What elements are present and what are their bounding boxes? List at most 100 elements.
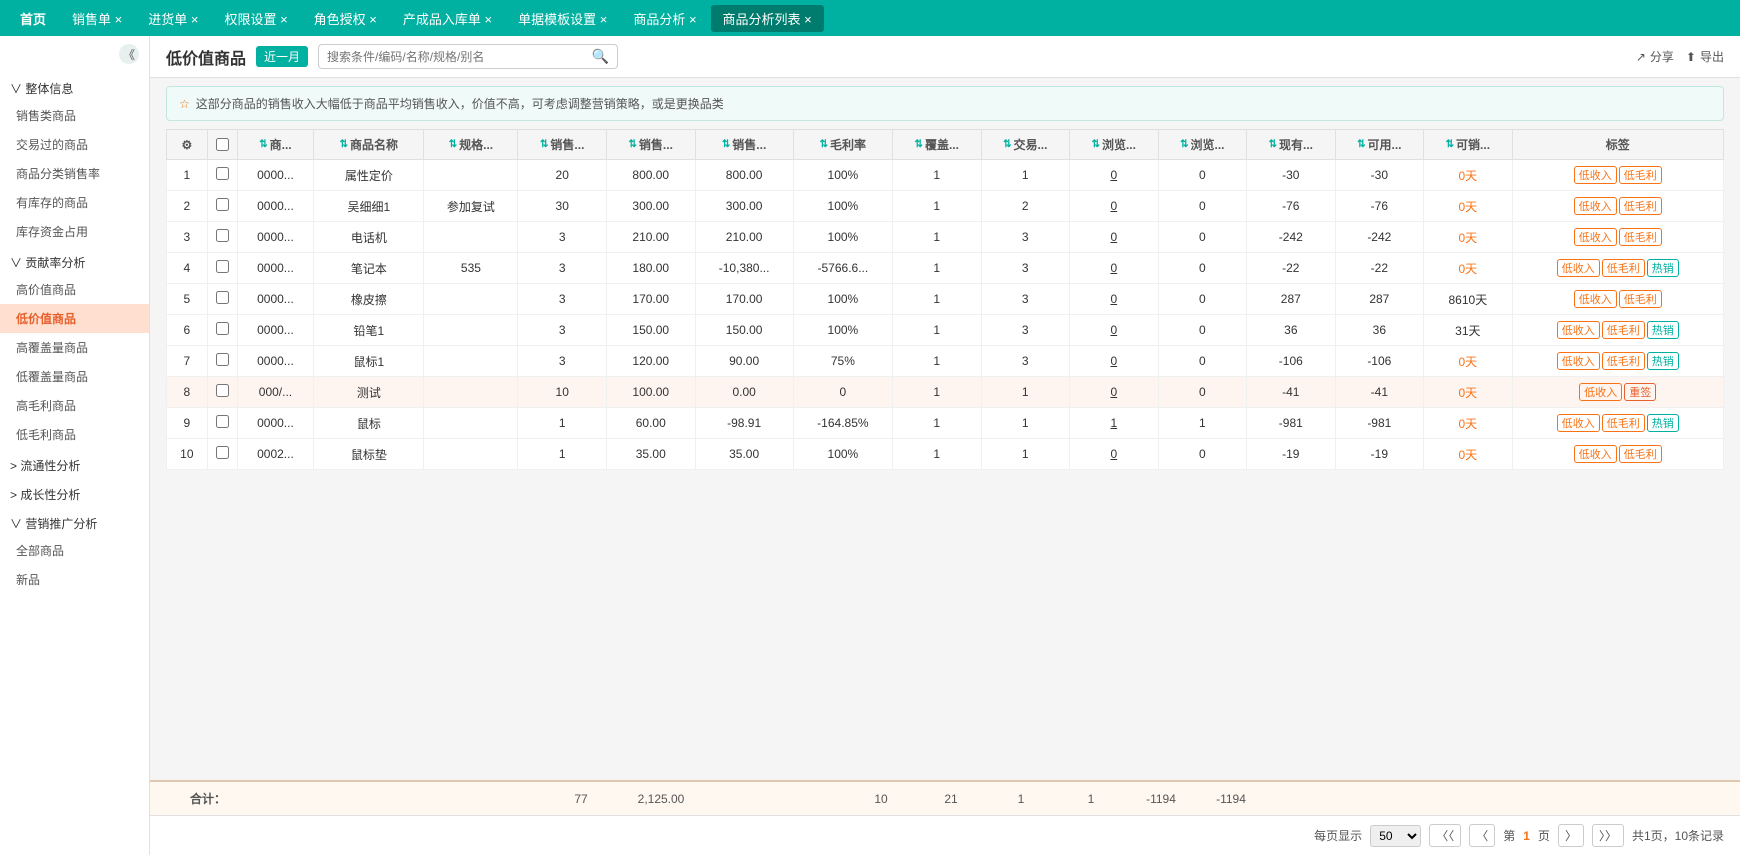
browse1-link[interactable]: 0 [1110, 323, 1117, 337]
col-gross-rate[interactable]: ⇅毛利率 [793, 130, 892, 160]
browse1-link[interactable]: 0 [1110, 385, 1117, 399]
time-badge[interactable]: 近一月 [256, 46, 308, 67]
tag: 低毛利 [1602, 321, 1645, 339]
sidebar-group-marketing[interactable]: ∨ 营销推广分析 [0, 507, 149, 536]
row-checkbox[interactable] [216, 229, 229, 242]
sidebar-group-growth[interactable]: > 成长性分析 [0, 478, 149, 507]
next-page-btn[interactable]: 〉 [1558, 824, 1584, 847]
sort-icon: ⇅ [340, 139, 348, 150]
tag: 低收入 [1574, 166, 1617, 184]
col-saleable[interactable]: ⇅可销... [1424, 130, 1513, 160]
row-tags: 低收入低毛利热销 [1512, 346, 1723, 377]
sidebar-item-stock-capital[interactable]: 库存资金占用 [0, 217, 149, 246]
row-spec [424, 315, 518, 346]
browse1-link[interactable]: 0 [1110, 447, 1117, 461]
first-page-btn[interactable]: 〈〈 [1429, 824, 1461, 847]
col-available[interactable]: ⇅可用... [1335, 130, 1424, 160]
nav-analysis-list[interactable]: 商品分析列表 × [711, 5, 824, 32]
sidebar-item-low-value[interactable]: 低价值商品 [0, 304, 149, 333]
col-browse2[interactable]: ⇅浏览... [1158, 130, 1247, 160]
row-name: 笔记本 [314, 253, 424, 284]
row-coverage: 1 [893, 315, 982, 346]
browse1-link[interactable]: 1 [1110, 416, 1117, 430]
sidebar-collapse-btn[interactable]: 《 [119, 44, 139, 64]
info-banner-text: 这部分商品的销售收入大幅低于商品平均销售收入，价值不高，可考虑调整营销策略，或是… [196, 95, 724, 112]
browse1-link[interactable]: 0 [1110, 168, 1117, 182]
nav-purchase[interactable]: 进货单 × [136, 5, 210, 32]
col-gear[interactable]: ⚙ [167, 130, 208, 160]
export-button[interactable]: ⬆ 导出 [1686, 48, 1724, 65]
sidebar-group-overall[interactable]: ∨ 整体信息 [0, 72, 149, 101]
share-button[interactable]: ↗ 分享 [1636, 48, 1674, 65]
row-trade: 3 [981, 284, 1070, 315]
sidebar-item-traded[interactable]: 交易过的商品 [0, 130, 149, 159]
row-available: -41 [1335, 377, 1424, 408]
tag: 低毛利 [1619, 445, 1662, 463]
row-checkbox[interactable] [216, 291, 229, 304]
prev-page-btn[interactable]: 〈 [1469, 824, 1495, 847]
browse1-link[interactable]: 0 [1110, 199, 1117, 213]
col-stock[interactable]: ⇅现有... [1247, 130, 1336, 160]
search-icon[interactable]: 🔍 [592, 48, 609, 65]
pagination-bar: 每页显示 50 100 200 〈〈 〈 第 1 页 〉 〉〉 共1页，10条记… [150, 815, 1740, 855]
row-checkbox[interactable] [216, 353, 229, 366]
row-checkbox[interactable] [216, 167, 229, 180]
tag: 低毛利 [1619, 228, 1662, 246]
row-checkbox[interactable] [216, 384, 229, 397]
col-name[interactable]: ⇅商品名称 [314, 130, 424, 160]
row-checkbox[interactable] [216, 260, 229, 273]
row-checkbox[interactable] [216, 415, 229, 428]
col-sale-qty[interactable]: ⇅销售... [518, 130, 607, 160]
row-name: 电话机 [314, 222, 424, 253]
sidebar-item-category-sales[interactable]: 商品分类销售率 [0, 159, 149, 188]
row-coverage: 1 [893, 253, 982, 284]
row-browse1: 0 [1070, 191, 1159, 222]
nav-home[interactable]: 首页 [8, 5, 58, 32]
row-checkbox[interactable] [216, 198, 229, 211]
sidebar-item-high-margin[interactable]: 高毛利商品 [0, 391, 149, 420]
nav-template[interactable]: 单据模板设置 × [506, 5, 619, 32]
col-sale-amt[interactable]: ⇅销售... [606, 130, 695, 160]
sidebar-item-low-margin[interactable]: 低毛利商品 [0, 420, 149, 449]
row-sale-qty: 20 [518, 160, 607, 191]
browse1-link[interactable]: 0 [1110, 230, 1117, 244]
col-coverage[interactable]: ⇅覆盖... [893, 130, 982, 160]
sidebar-item-high-value[interactable]: 高价值商品 [0, 275, 149, 304]
nav-product-entry[interactable]: 产成品入库单 × [391, 5, 504, 32]
search-input[interactable] [327, 50, 588, 64]
sidebar-item-all-products[interactable]: 全部商品 [0, 536, 149, 565]
col-spec[interactable]: ⇅规格... [424, 130, 518, 160]
table-row: 1 0000... 属性定价 20 800.00 800.00 100% 1 1… [167, 160, 1724, 191]
sidebar-item-in-stock[interactable]: 有库存的商品 [0, 188, 149, 217]
tag: 低收入 [1557, 414, 1600, 432]
col-trade[interactable]: ⇅交易... [981, 130, 1070, 160]
nav-analysis[interactable]: 商品分析 × [621, 5, 708, 32]
row-sale-amt2: 35.00 [695, 439, 793, 470]
row-checkbox-cell [207, 408, 237, 439]
sidebar-group-circulation[interactable]: > 流通性分析 [0, 449, 149, 478]
sort-icon: ⇅ [915, 139, 923, 150]
sidebar-item-new-products[interactable]: 新品 [0, 565, 149, 594]
col-browse1[interactable]: ⇅浏览... [1070, 130, 1159, 160]
select-all-checkbox[interactable] [216, 138, 229, 151]
browse1-link[interactable]: 0 [1110, 261, 1117, 275]
nav-roles[interactable]: 角色授权 × [302, 5, 389, 32]
browse1-link[interactable]: 0 [1110, 354, 1117, 368]
sidebar-group-contribution[interactable]: ∨ 贡献率分析 [0, 246, 149, 275]
col-code[interactable]: ⇅商... [237, 130, 314, 160]
sidebar-item-low-coverage[interactable]: 低覆盖量商品 [0, 362, 149, 391]
row-sale-amt2: 300.00 [695, 191, 793, 222]
sidebar-item-high-coverage[interactable]: 高覆盖量商品 [0, 333, 149, 362]
row-coverage: 1 [893, 160, 982, 191]
last-page-btn[interactable]: 〉〉 [1592, 824, 1624, 847]
row-days: 0天 [1424, 191, 1513, 222]
col-sale-amt2[interactable]: ⇅销售... [695, 130, 793, 160]
row-checkbox[interactable] [216, 322, 229, 335]
row-checkbox[interactable] [216, 446, 229, 459]
browse1-link[interactable]: 0 [1110, 292, 1117, 306]
nav-sales[interactable]: 销售单 × [60, 5, 134, 32]
nav-permissions[interactable]: 权限设置 × [212, 5, 299, 32]
per-page-select[interactable]: 50 100 200 [1370, 825, 1421, 847]
row-browse2: 0 [1158, 160, 1247, 191]
sidebar-item-sales-products[interactable]: 销售类商品 [0, 101, 149, 130]
